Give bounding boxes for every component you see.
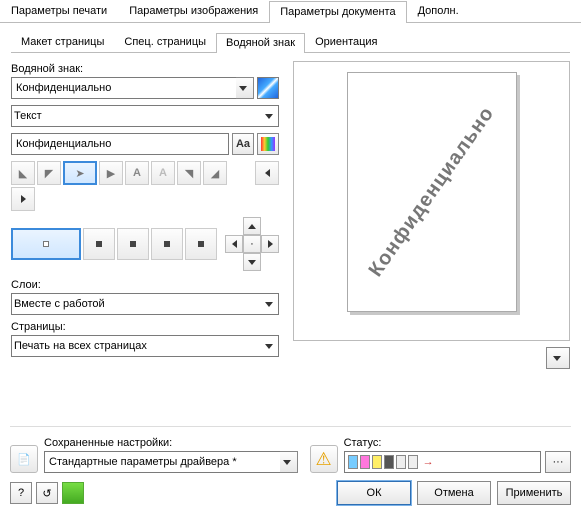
- angle-4[interactable]: ▶: [99, 161, 123, 185]
- pos-3[interactable]: [117, 228, 149, 260]
- layers-label: Слои:: [11, 279, 279, 291]
- tray1-icon: [396, 455, 406, 469]
- tab-doc-params[interactable]: Параметры документа: [269, 1, 406, 23]
- nudge-down[interactable]: [243, 253, 261, 271]
- status-warning-icon: ⚠: [310, 445, 338, 473]
- ok-button[interactable]: ОК: [337, 481, 411, 505]
- output-arrow-icon: →: [423, 456, 434, 468]
- watermark-picker-icon[interactable]: [257, 77, 279, 99]
- chevron-down-icon: [265, 302, 273, 307]
- ink-black-icon: [384, 455, 394, 469]
- pos-5[interactable]: [185, 228, 217, 260]
- preview-frame: Конфиденциально: [293, 61, 570, 341]
- status-label: Статус:: [344, 437, 571, 449]
- saved-label: Сохраненные настройки:: [44, 437, 298, 449]
- left-column: Водяной знак: Текст Aa ◣ ◤: [11, 61, 279, 369]
- status-display: →: [344, 451, 541, 473]
- preview-page: Конфиденциально: [347, 72, 517, 312]
- angle-5[interactable]: A: [125, 161, 149, 185]
- eco-button[interactable]: [62, 482, 84, 504]
- subtab-watermark[interactable]: Водяной знак: [216, 33, 305, 53]
- nudge-center[interactable]: ·: [243, 235, 261, 253]
- pos-2[interactable]: [83, 228, 115, 260]
- watermark-type-select[interactable]: Текст: [11, 105, 279, 127]
- nudge-left[interactable]: [225, 235, 243, 253]
- pages-label: Страницы:: [11, 321, 279, 333]
- pos-1[interactable]: [11, 228, 81, 260]
- ink-magenta-icon: [360, 455, 370, 469]
- tab-image-params[interactable]: Параметры изображения: [118, 0, 269, 22]
- chevron-down-icon: [265, 344, 273, 349]
- angle-7[interactable]: ◥: [177, 161, 201, 185]
- subtab-layout[interactable]: Макет страницы: [11, 32, 114, 52]
- angle-2[interactable]: ◤: [37, 161, 61, 185]
- reset-button[interactable]: ↺: [36, 482, 58, 504]
- angle-3[interactable]: ➤: [63, 161, 97, 185]
- pos-4[interactable]: [151, 228, 183, 260]
- font-button[interactable]: Aa: [232, 133, 254, 155]
- angle-right[interactable]: [11, 187, 35, 211]
- angle-6[interactable]: A: [151, 161, 175, 185]
- color-button[interactable]: [257, 133, 279, 155]
- apply-button[interactable]: Применить: [497, 481, 571, 505]
- bottom-bar: 📄 Сохраненные настройки: ⚠ Статус:: [10, 420, 571, 505]
- preview-watermark-text: Конфиденциально: [364, 103, 499, 282]
- angle-left[interactable]: [255, 161, 279, 185]
- watermark-preset-input[interactable]: [11, 77, 236, 99]
- top-tabstrip: Параметры печати Параметры изображения П…: [0, 0, 581, 23]
- watermark-preset-dropdown[interactable]: [236, 77, 254, 99]
- subtab-orientation[interactable]: Ориентация: [305, 32, 387, 52]
- watermark-label: Водяной знак:: [11, 63, 279, 75]
- rainbow-icon: [261, 137, 275, 151]
- tab-additional[interactable]: Дополн.: [407, 0, 470, 22]
- nudge-up[interactable]: [243, 217, 261, 235]
- pages-select[interactable]: Печать на всех страницах: [11, 335, 279, 357]
- chevron-down-icon: [553, 356, 561, 361]
- position-row: ·: [11, 217, 279, 271]
- nudge-right[interactable]: [261, 235, 279, 253]
- angle-8[interactable]: ◢: [203, 161, 227, 185]
- nudge-pad: ·: [225, 217, 279, 271]
- saved-settings-input[interactable]: [44, 451, 280, 473]
- cancel-button[interactable]: Отмена: [417, 481, 491, 505]
- angle-1[interactable]: ◣: [11, 161, 35, 185]
- sub-tabstrip: Макет страницы Спец. страницы Водяной зн…: [11, 32, 570, 53]
- status-more-button[interactable]: ···: [545, 451, 571, 473]
- right-column: Конфиденциально: [293, 61, 570, 369]
- angle-presets: ◣ ◤ ➤ ▶ A A ◥ ◢: [11, 161, 279, 211]
- saved-settings-icon[interactable]: 📄: [10, 445, 38, 473]
- tab-print-params[interactable]: Параметры печати: [0, 0, 118, 22]
- watermark-text-input[interactable]: [11, 133, 229, 155]
- tray2-icon: [408, 455, 418, 469]
- ink-yellow-icon: [372, 455, 382, 469]
- divider: [10, 426, 571, 427]
- chevron-down-icon: [265, 114, 273, 119]
- preview-options-button[interactable]: [546, 347, 570, 369]
- main-panel: Макет страницы Спец. страницы Водяной зн…: [0, 23, 581, 378]
- subtab-special[interactable]: Спец. страницы: [114, 32, 216, 52]
- ink-cyan-icon: [348, 455, 358, 469]
- angle-spacer: [229, 161, 253, 185]
- layers-select[interactable]: Вместе с работой: [11, 293, 279, 315]
- help-button[interactable]: ?: [10, 482, 32, 504]
- saved-settings-dropdown[interactable]: [280, 451, 298, 473]
